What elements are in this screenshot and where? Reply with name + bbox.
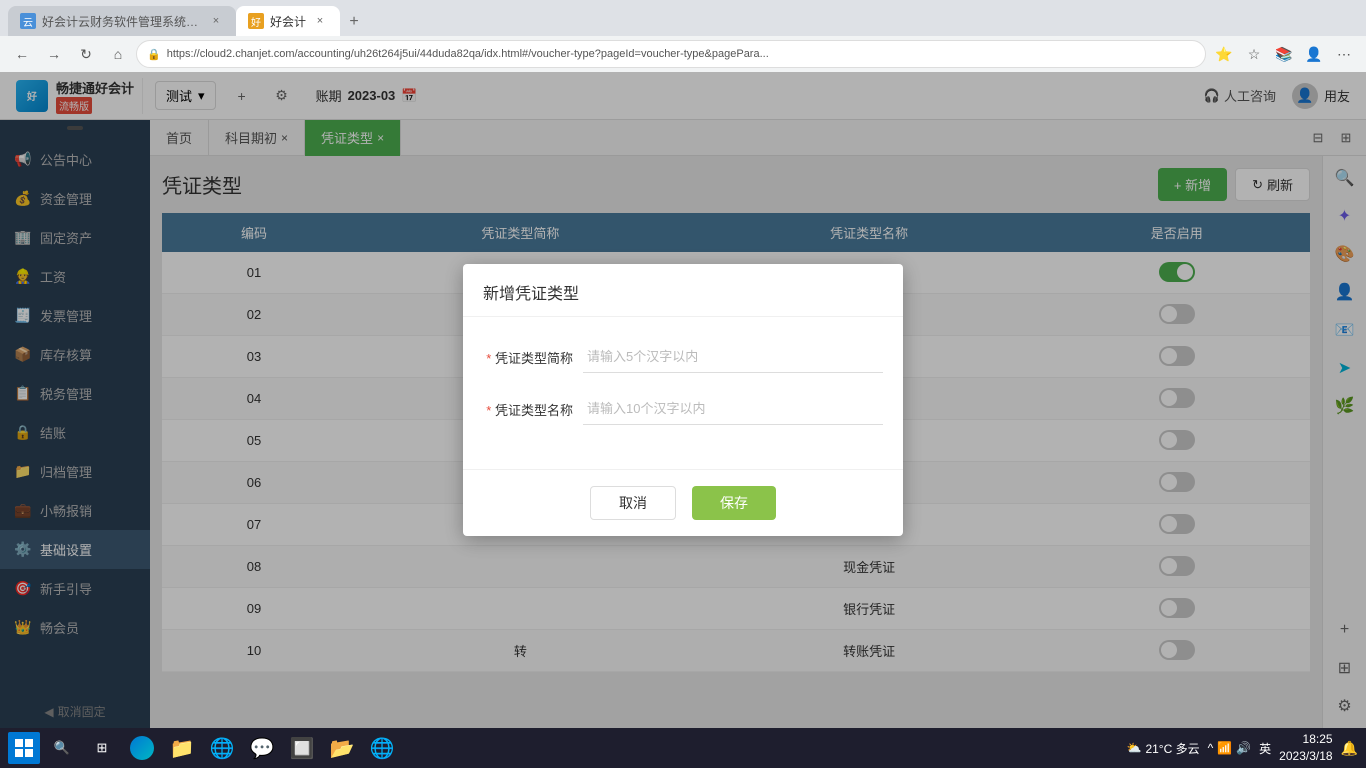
home-button[interactable]: ⌂ <box>104 40 132 68</box>
notification-icon[interactable]: 🔔 <box>1341 740 1358 757</box>
address-text: https://cloud2.chanjet.com/accounting/uh… <box>167 48 1195 60</box>
settings-button[interactable]: ⋯ <box>1330 40 1358 68</box>
taskbar-explorer[interactable]: 📁 <box>164 730 200 766</box>
back-button[interactable]: ← <box>8 40 36 68</box>
favorites-button[interactable]: ☆ <box>1240 40 1268 68</box>
wifi-icon: 📶 <box>1217 741 1232 755</box>
tab-favicon-2: 好 <box>248 13 264 29</box>
modal-footer: 取消 保存 <box>463 469 903 536</box>
new-voucher-type-modal: 新增凭证类型 * 凭证类型简称 * 凭证类型名称 取消 保存 <box>463 264 903 536</box>
taskbar-task-view[interactable]: ⊞ <box>84 730 120 766</box>
name-label: * 凭证类型名称 <box>483 400 583 419</box>
sound-icon: 🔊 <box>1236 741 1251 755</box>
taskbar-time: 18:25 2023/3/18 <box>1279 731 1332 765</box>
modal-title: 新增凭证类型 <box>483 286 579 303</box>
taskbar-edge[interactable] <box>124 730 160 766</box>
new-tab-button[interactable]: + <box>340 8 368 36</box>
browser-tab-1[interactable]: 云 好会计云财务软件管理系统_会计 × <box>8 6 236 36</box>
profile-button[interactable]: 👤 <box>1300 40 1328 68</box>
save-button[interactable]: 保存 <box>692 486 776 520</box>
abbr-form-row: * 凭证类型简称 <box>483 341 883 373</box>
modal-overlay: 新增凭证类型 * 凭证类型简称 * 凭证类型名称 取消 保存 <box>0 72 1366 728</box>
taskbar-search[interactable]: 🔍 <box>44 730 80 766</box>
tab-title-1: 好会计云财务软件管理系统_会计 <box>42 13 202 30</box>
tab-title-2: 好会计 <box>270 13 306 30</box>
modal-body: * 凭证类型简称 * 凭证类型名称 <box>463 317 903 469</box>
browser-action-buttons: ⭐ ☆ 📚 👤 ⋯ <box>1210 40 1358 68</box>
abbr-input[interactable] <box>583 341 883 373</box>
name-input[interactable] <box>583 393 883 425</box>
language-indicator[interactable]: 英 <box>1259 740 1271 757</box>
clock-time: 18:25 <box>1279 731 1332 748</box>
extensions-button[interactable]: ⭐ <box>1210 40 1238 68</box>
modal-header: 新增凭证类型 <box>463 264 903 317</box>
taskbar: 🔍 ⊞ 📁 🌐 💬 🔲 📂 🌐 ⛅ 21°C 多云 ^ 📶 🔊 英 18:25 … <box>0 728 1366 768</box>
abbr-label: * 凭证类型简称 <box>483 348 583 367</box>
tab-close-2[interactable]: × <box>312 13 328 29</box>
taskbar-chrome[interactable]: 🌐 <box>204 730 240 766</box>
refresh-button[interactable]: ↻ <box>72 40 100 68</box>
lock-icon: 🔒 <box>147 48 161 61</box>
name-form-row: * 凭证类型名称 <box>483 393 883 425</box>
taskbar-right: ⛅ 21°C 多云 ^ 📶 🔊 英 18:25 2023/3/18 🔔 <box>1127 731 1359 765</box>
clock-date: 2023/3/18 <box>1279 748 1332 765</box>
weather-text: 21°C 多云 <box>1145 740 1199 757</box>
weather-info: ⛅ 21°C 多云 <box>1127 740 1200 757</box>
tab-close-1[interactable]: × <box>208 13 224 29</box>
cancel-button[interactable]: 取消 <box>590 486 676 520</box>
weather-icon: ⛅ <box>1127 741 1142 755</box>
network-icon: ^ <box>1208 741 1214 755</box>
taskbar-apps[interactable]: 🔲 <box>284 730 320 766</box>
taskbar-browser-blue[interactable]: 🌐 <box>364 730 400 766</box>
address-bar[interactable]: 🔒 https://cloud2.chanjet.com/accounting/… <box>136 40 1206 68</box>
browser-tab-2[interactable]: 好 好会计 × <box>236 6 340 36</box>
tab-favicon-1: 云 <box>20 13 36 29</box>
taskbar-files[interactable]: 📂 <box>324 730 360 766</box>
collections-button[interactable]: 📚 <box>1270 40 1298 68</box>
taskbar-wechat[interactable]: 💬 <box>244 730 280 766</box>
forward-button[interactable]: → <box>40 40 68 68</box>
network-icons: ^ 📶 🔊 <box>1208 741 1252 755</box>
start-button[interactable] <box>8 732 40 764</box>
